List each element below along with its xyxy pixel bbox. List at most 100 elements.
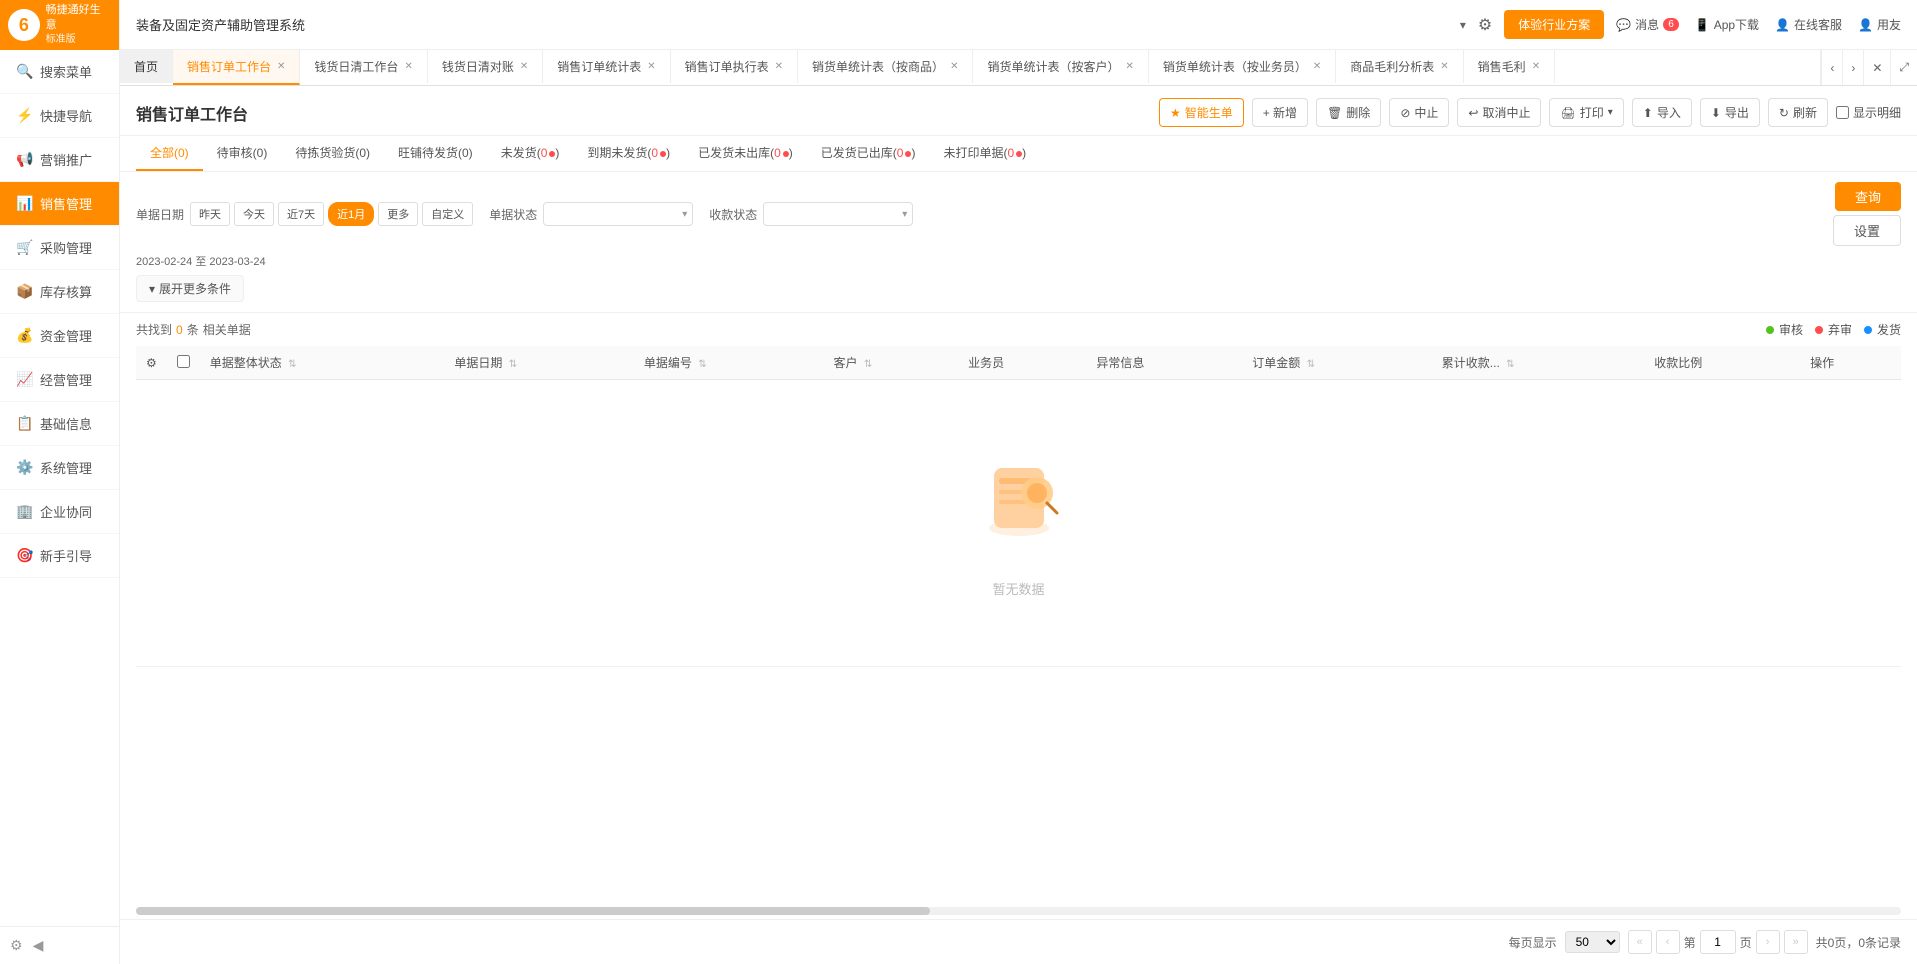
th-number-sort[interactable]: ⇅ [698,359,706,370]
tab-sales-order[interactable]: 销售订单工作台✕ [173,50,300,85]
sidebar-item-operation[interactable]: 📈经营管理 [0,358,119,402]
set-btn[interactable]: 设置 [1833,215,1901,246]
tab-close-sale-stat-staff[interactable]: ✕ [1313,61,1321,72]
date-btn-近1月[interactable]: 近1月 [328,202,374,226]
tab-sales-stat[interactable]: 销售订单统计表✕ [543,50,670,83]
page-number-input[interactable] [1700,930,1736,954]
sidebar-item-purchase[interactable]: 🛒采购管理 [0,226,119,270]
tab-sale-stat-staff[interactable]: 销货单统计表（按业务员）✕ [1149,50,1336,83]
sidebar-item-marketing[interactable]: 📢营销推广 [0,138,119,182]
th-amount: 订单金额 ⇅ [1242,346,1432,380]
tab-fullscreen-btn[interactable]: ⤢ [1890,50,1917,85]
date-btn-今天[interactable]: 今天 [234,202,274,226]
tab-close-sale-stat-product[interactable]: ✕ [950,61,958,72]
delete-btn[interactable]: 🗑 删除 [1316,98,1381,127]
first-page-btn[interactable]: « [1628,930,1652,954]
status-select[interactable] [543,202,693,226]
import-btn[interactable]: ⬆ 导入 [1632,98,1692,127]
stop-btn[interactable]: ⊘ 中止 [1389,98,1449,127]
sub-tab-shipped-out[interactable]: 已发货已出库(0) [807,136,930,171]
ship-action-btn[interactable]: 发货 [1864,321,1901,338]
tab-close-sales-毛利[interactable]: ✕ [1532,61,1540,72]
refresh-btn[interactable]: ↻ 刷新 [1768,98,1828,127]
prev-page-btn[interactable]: ‹ [1656,930,1680,954]
tab-close-all-btn[interactable]: ✕ [1863,50,1890,85]
tab-sale-stat-customer[interactable]: 销货单统计表（按客户）✕ [973,50,1148,83]
horizontal-scrollbar-area [120,903,1917,919]
tab-close-sales-stat[interactable]: ✕ [647,61,655,72]
fake-scrollbar[interactable] [136,907,1901,915]
export-btn[interactable]: ⬇ 导出 [1700,98,1760,127]
page-size-select[interactable]: 102050100 [1565,931,1620,953]
show-detail-checkbox[interactable] [1836,106,1849,119]
tab-sale-stat-product[interactable]: 销货单统计表（按商品）✕ [798,50,973,83]
empty-state: 暂无数据 [146,388,1891,658]
date-btn-昨天[interactable]: 昨天 [190,202,230,226]
tab-scroll-left-btn[interactable]: ‹ [1821,50,1842,85]
tab-gross-margin[interactable]: 商品毛利分析表✕ [1336,50,1463,83]
payment-select[interactable] [763,202,913,226]
column-settings-icon[interactable]: ⚙ [146,356,157,370]
tab-sales-exec[interactable]: 销售订单执行表✕ [671,50,798,83]
tab-close-cash-daily[interactable]: ✕ [404,61,412,72]
settings-bottom-icon[interactable]: ⚙ [10,937,23,954]
sidebar-item-finance[interactable]: 💰资金管理 [0,314,119,358]
sidebar-item-quick-nav[interactable]: ⚡快捷导航 [0,94,119,138]
app-download-action[interactable]: 📱 App下载 [1695,16,1759,33]
sidebar-item-guide[interactable]: 🎯新手引导 [0,534,119,578]
th-date-sort[interactable]: ⇅ [509,359,517,370]
tab-close-sales-order[interactable]: ✕ [277,61,285,72]
date-btn-近7天[interactable]: 近7天 [278,202,324,226]
last-page-btn[interactable]: » [1784,930,1808,954]
tab-cash-reconcile[interactable]: 钱货日清对账✕ [428,50,543,83]
tab-cash-daily[interactable]: 钱货日清工作台✕ [300,50,427,83]
sidebar-item-enterprise[interactable]: 🏢企业协同 [0,490,119,534]
th-date-label: 单据日期 [454,356,502,370]
expand-filter-btn[interactable]: ▾ 展开更多条件 [136,275,244,302]
date-btn-更多[interactable]: 更多 [378,202,418,226]
sidebar-item-basic-info[interactable]: 📋基础信息 [0,402,119,446]
audit-action-btn[interactable]: 审核 [1766,321,1803,338]
sub-tab-pending-review[interactable]: 待审核(0) [203,136,282,171]
table-toolbar: 共找到 0 条 相关单据 审核 弃审 发货 [120,313,1917,346]
online-service-action[interactable]: 👤 在线客服 [1775,16,1842,33]
message-action[interactable]: 💬 消息 6 [1616,16,1679,33]
sub-tab-shipped-not-out[interactable]: 已发货未出库(0) [684,136,807,171]
user-action[interactable]: 👤 用友 [1858,16,1901,33]
print-btn[interactable]: 🖨 打印 ▾ [1549,98,1623,127]
th-collected-sort[interactable]: ⇅ [1506,359,1514,370]
sidebar-item-sales[interactable]: 📊销售管理 [0,182,119,226]
th-amount-sort[interactable]: ⇅ [1307,359,1315,370]
add-btn[interactable]: + 新增 [1252,98,1308,127]
try-industry-btn[interactable]: 体验行业方案 [1504,10,1604,39]
tab-close-gross-margin[interactable]: ✕ [1440,61,1448,72]
th-customer-sort[interactable]: ⇅ [864,359,872,370]
sub-tab-expired-not-shipped[interactable]: 到期未发货(0) [573,136,684,171]
tab-sales-毛利[interactable]: 销售毛利✕ [1464,50,1555,83]
tab-close-cash-reconcile[interactable]: ✕ [520,61,528,72]
query-btn[interactable]: 查询 [1835,182,1901,211]
select-all-checkbox[interactable] [177,355,190,368]
tab-close-sale-stat-customer[interactable]: ✕ [1125,61,1133,72]
sub-tab-wangpu-ship[interactable]: 旺铺待发货(0) [384,136,487,171]
sub-tab-not-shipped[interactable]: 未发货(0) [487,136,574,171]
header-settings-icon[interactable]: ⚙ [1478,15,1492,35]
tab-scroll-right-btn[interactable]: › [1842,50,1863,85]
sidebar-item-inventory[interactable]: 📦库存核算 [0,270,119,314]
sub-tab-not-printed[interactable]: 未打印单据(0) [929,136,1040,171]
tab-close-sales-exec[interactable]: ✕ [775,61,783,72]
cancel-action-btn[interactable]: 弃审 [1815,321,1852,338]
collapse-sidebar-icon[interactable]: ◀ [33,937,44,954]
sub-tab-pending-inspect[interactable]: 待拣货验货(0) [281,136,384,171]
date-btn-自定义[interactable]: 自定义 [422,202,473,226]
sidebar-item-search[interactable]: 🔍搜索菜单 [0,50,119,94]
cancel-stop-btn[interactable]: ↩ 取消中止 [1457,98,1541,127]
sub-tab-all[interactable]: 全部(0) [136,136,203,171]
show-detail-label[interactable]: 显示明细 [1836,104,1901,121]
next-page-btn[interactable]: › [1756,930,1780,954]
th-status-sort[interactable]: ⇅ [288,359,296,370]
sidebar-item-system[interactable]: ⚙️系统管理 [0,446,119,490]
tab-home[interactable]: 首页 [120,50,173,83]
system-dropdown-icon[interactable]: ▾ [1460,18,1466,32]
smart-create-btn[interactable]: ★ 智能生单 [1159,98,1244,127]
